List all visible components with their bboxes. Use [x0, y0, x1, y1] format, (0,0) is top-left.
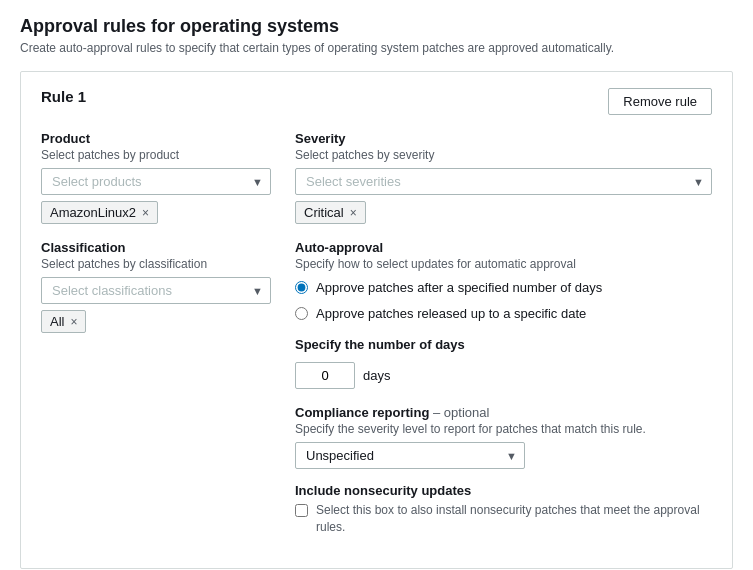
severity-select-wrapper: Select severities ▼	[295, 168, 712, 195]
severity-helper: Select patches by severity	[295, 148, 712, 162]
auto-approval-option-2[interactable]: Approve patches released up to a specifi…	[295, 305, 712, 323]
days-input[interactable]	[295, 362, 355, 389]
severity-tag-label: Critical	[304, 205, 344, 220]
auto-approval-option-2-label: Approve patches released up to a specifi…	[316, 305, 586, 323]
nonsecurity-checkbox[interactable]	[295, 504, 308, 517]
product-select-wrapper: Select products ▼	[41, 168, 271, 195]
nonsecurity-label: Include nonsecurity updates	[295, 483, 712, 498]
classification-tag-all: All ×	[41, 310, 86, 333]
compliance-helper: Specify the severity level to report for…	[295, 422, 712, 436]
auto-approval-radio-2[interactable]	[295, 307, 308, 320]
remove-rule-button[interactable]: Remove rule	[608, 88, 712, 115]
auto-approval-option-1-label: Approve patches after a specified number…	[316, 279, 602, 297]
classification-tag-label: All	[50, 314, 64, 329]
days-suffix: days	[363, 368, 390, 383]
page-subtitle: Create auto-approval rules to specify th…	[20, 41, 733, 55]
product-tag-list: AmazonLinux2 ×	[41, 201, 271, 224]
severity-group: Severity Select patches by severity Sele…	[295, 131, 712, 224]
severity-tag-remove[interactable]: ×	[350, 207, 357, 219]
product-select[interactable]: Select products	[41, 168, 271, 195]
product-helper: Select patches by product	[41, 148, 271, 162]
auto-approval-group: Auto-approval Specify how to select upda…	[295, 240, 712, 323]
severity-tag-critical: Critical ×	[295, 201, 366, 224]
rule-title: Rule 1	[41, 88, 86, 105]
severity-tag-list: Critical ×	[295, 201, 712, 224]
days-group: Specify the number of days days	[295, 337, 712, 389]
classification-tag-list: All ×	[41, 310, 271, 333]
classification-label: Classification	[41, 240, 271, 255]
form-grid: Product Select patches by product Select…	[41, 131, 712, 552]
product-group: Product Select patches by product Select…	[41, 131, 271, 224]
rule-header: Rule 1 Remove rule	[41, 88, 712, 115]
days-input-row: days	[295, 362, 712, 389]
auto-approval-option-1[interactable]: Approve patches after a specified number…	[295, 279, 712, 297]
compliance-select[interactable]: Unspecified Critical High Medium Low Inf…	[295, 442, 525, 469]
compliance-label: Compliance reporting – optional	[295, 405, 712, 420]
rule-section: Rule 1 Remove rule Product Select patche…	[20, 71, 733, 569]
compliance-section: Compliance reporting – optional Specify …	[295, 405, 712, 469]
days-label: Specify the number of days	[295, 337, 712, 352]
product-tag-label: AmazonLinux2	[50, 205, 136, 220]
severity-select[interactable]: Select severities	[295, 168, 712, 195]
classification-tag-remove[interactable]: ×	[70, 316, 77, 328]
severity-label: Severity	[295, 131, 712, 146]
compliance-optional: – optional	[433, 405, 489, 420]
product-label: Product	[41, 131, 271, 146]
page-container: Approval rules for operating systems Cre…	[0, 0, 753, 570]
right-column: Severity Select patches by severity Sele…	[295, 131, 712, 552]
left-column: Product Select patches by product Select…	[41, 131, 271, 552]
compliance-select-wrapper: Unspecified Critical High Medium Low Inf…	[295, 442, 525, 469]
product-tag-amazonlinux2: AmazonLinux2 ×	[41, 201, 158, 224]
auto-approval-label: Auto-approval	[295, 240, 712, 255]
auto-approval-helper: Specify how to select updates for automa…	[295, 257, 712, 271]
nonsecurity-section: Include nonsecurity updates Select this …	[295, 483, 712, 536]
page-title: Approval rules for operating systems	[20, 16, 733, 37]
nonsecurity-helper: Select this box to also install nonsecur…	[316, 502, 712, 536]
auto-approval-radio-group: Approve patches after a specified number…	[295, 279, 712, 323]
classification-select[interactable]: Select classifications	[41, 277, 271, 304]
product-tag-remove[interactable]: ×	[142, 207, 149, 219]
nonsecurity-row: Select this box to also install nonsecur…	[295, 502, 712, 536]
classification-helper: Select patches by classification	[41, 257, 271, 271]
auto-approval-radio-1[interactable]	[295, 281, 308, 294]
classification-select-wrapper: Select classifications ▼	[41, 277, 271, 304]
classification-group: Classification Select patches by classif…	[41, 240, 271, 333]
